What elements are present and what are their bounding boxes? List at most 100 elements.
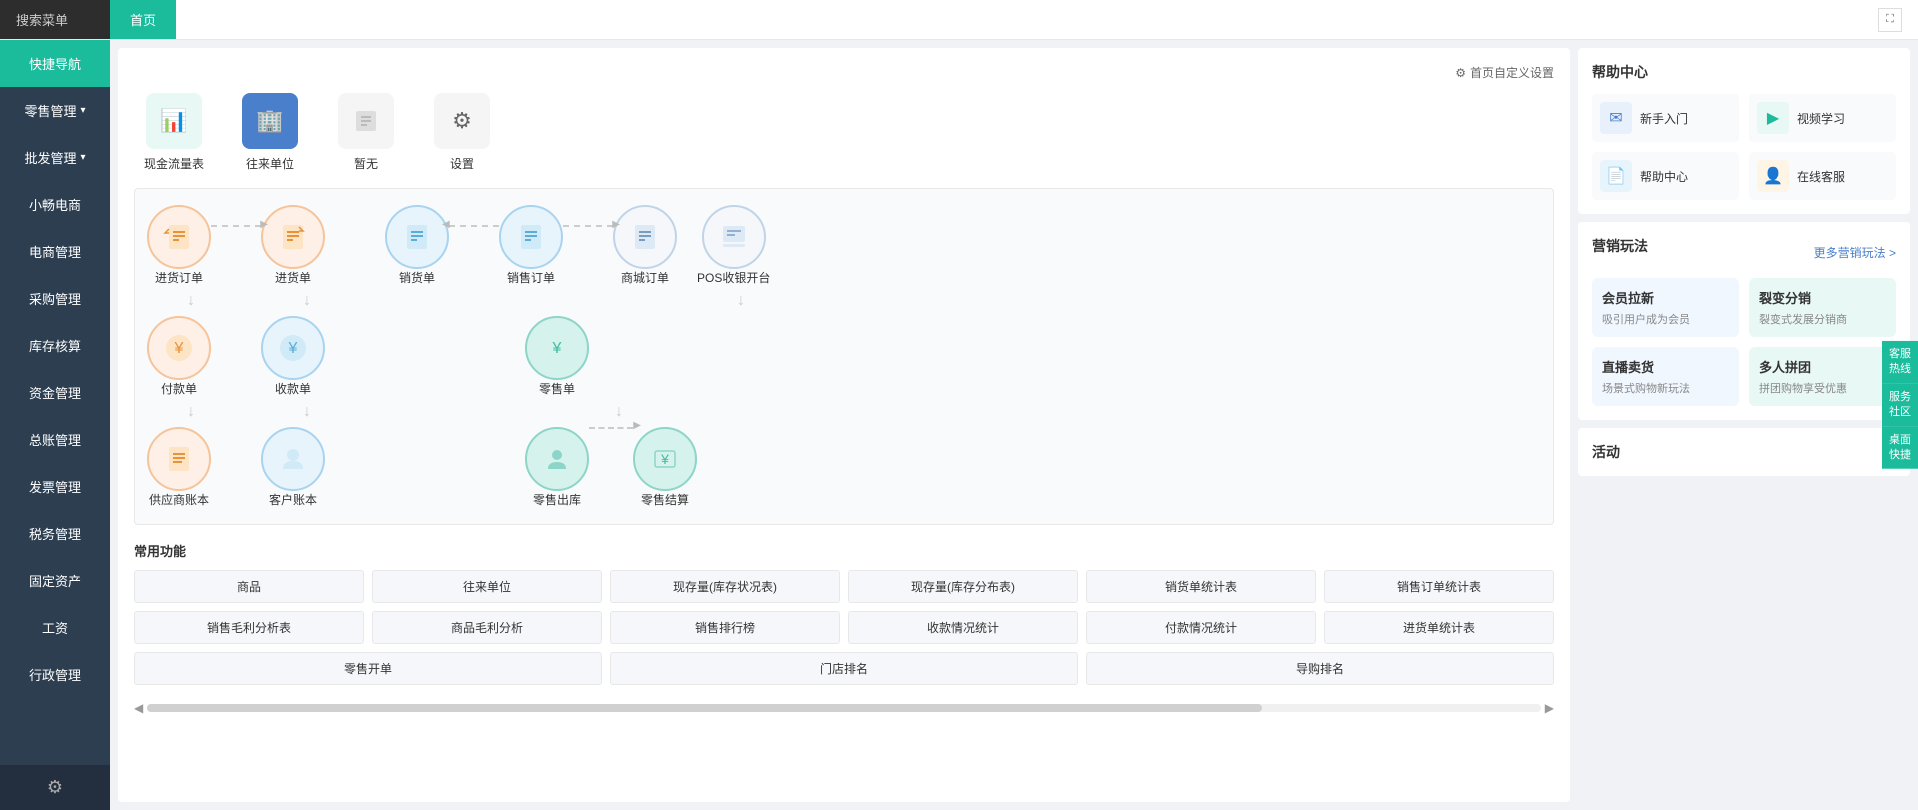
sidebar-item-retail[interactable]: 零售管理 ▾ — [0, 87, 110, 134]
fullscreen-button[interactable]: ⛶ — [1878, 8, 1902, 32]
func-btn-store-rank[interactable]: 门店排名 — [610, 652, 1078, 685]
svg-text:¥: ¥ — [552, 340, 562, 357]
float-btn-desktop[interactable]: 桌面快捷 — [1882, 426, 1918, 469]
help-center-title: 帮助中心 — [1592, 62, 1896, 82]
customize-link[interactable]: ⚙ 首页自定义设置 — [1455, 64, 1554, 81]
flow-node-purchase-order[interactable]: 进货订单 — [147, 205, 211, 286]
flow-node-retail-outbound[interactable]: 零售出库 — [525, 427, 589, 508]
quick-icon-empty[interactable]: 暂无 — [326, 93, 406, 172]
float-buttons: 客服热线 服务社区 桌面快捷 — [1882, 341, 1918, 469]
quick-icon-cashflow[interactable]: 📊 现金流量表 — [134, 93, 214, 172]
partner-icon: 🏢 — [242, 93, 298, 149]
sidebar-item-label: 电商管理 — [29, 242, 81, 261]
settings-icon[interactable]: ⚙ — [47, 777, 63, 797]
func-btn-payment-stat[interactable]: 付款情况统计 — [1086, 611, 1316, 644]
video-icon: ▶ — [1757, 102, 1789, 134]
scroll-left-arrow[interactable]: ◀ — [134, 701, 143, 715]
flow-node-sales-bill[interactable]: 销货单 — [385, 205, 449, 286]
func-btn-receipt-stat[interactable]: 收款情况统计 — [848, 611, 1078, 644]
func-btn-partner[interactable]: 往来单位 — [372, 570, 602, 603]
flow-node-mall-order[interactable]: 商城订单 — [613, 205, 677, 286]
live-sub: 场景式购物新玩法 — [1602, 380, 1729, 396]
service-icon: 👤 — [1757, 160, 1789, 192]
purchase-order-icon — [147, 205, 211, 269]
flow-node-sales-order[interactable]: 销售订单 — [499, 205, 563, 286]
sidebar-item-tax[interactable]: 税务管理 — [0, 510, 110, 557]
sidebar-item-label: 批发管理 — [24, 148, 76, 167]
help-item-service[interactable]: 👤 在线客服 — [1749, 152, 1896, 200]
marketing-item-live[interactable]: 直播卖货 场景式购物新玩法 — [1592, 347, 1739, 406]
func-btn-salesorder-stat[interactable]: 销售订单统计表 — [1324, 570, 1554, 603]
sidebar-item-fixed-assets[interactable]: 固定资产 — [0, 557, 110, 604]
more-marketing-link[interactable]: 更多营销玩法 > — [1814, 244, 1896, 261]
flow-node-supplier-ledger[interactable]: 供应商账本 — [147, 427, 211, 508]
common-functions-title: 常用功能 — [134, 541, 1554, 560]
func-btn-sales-profit[interactable]: 销售毛利分析表 — [134, 611, 364, 644]
flow-node-payment[interactable]: ¥ 付款单 — [147, 316, 211, 397]
flow-node-retail[interactable]: ¥ 零售单 — [525, 316, 589, 397]
help-item-help[interactable]: 📄 帮助中心 — [1592, 152, 1739, 200]
pos-label: POS收银开台 — [697, 269, 770, 286]
arrow-down-purchase-order: ↓ — [187, 292, 195, 310]
quick-icon-settings[interactable]: ⚙ 设置 — [422, 93, 502, 172]
float-btn-service[interactable]: 客服热线 — [1882, 341, 1918, 384]
func-btn-purchase-stat[interactable]: 进货单统计表 — [1324, 611, 1554, 644]
payment-label: 付款单 — [161, 380, 197, 397]
func-btn-sales-stat[interactable]: 销货单统计表 — [1086, 570, 1316, 603]
sidebar-item-label: 工资 — [42, 618, 68, 637]
func-btn-goods[interactable]: 商品 — [134, 570, 364, 603]
sidebar-item-label: 固定资产 — [29, 571, 81, 590]
tab-home[interactable]: 首页 — [110, 0, 176, 39]
sidebar-item-inventory[interactable]: 库存核算 — [0, 322, 110, 369]
float-btn-community[interactable]: 服务社区 — [1882, 384, 1918, 427]
quick-icons-row: 📊 现金流量表 🏢 往来单位 暂无 ⚙ 设置 — [134, 93, 1554, 172]
quick-icon-partner[interactable]: 🏢 往来单位 — [230, 93, 310, 172]
help-doc-icon: 📄 — [1600, 160, 1632, 192]
help-item-beginner[interactable]: ✉ 新手入门 — [1592, 94, 1739, 142]
scroll-track[interactable] — [147, 704, 1541, 712]
retail-icon: ¥ — [525, 316, 589, 380]
flow-node-pos[interactable]: POS收银开台 — [697, 205, 770, 286]
sidebar-item-admin[interactable]: 行政管理 — [0, 651, 110, 698]
settings-gear-icon: ⚙ — [434, 93, 490, 149]
marketing-item-member[interactable]: 会员拉新 吸引用户成为会员 — [1592, 278, 1739, 337]
sidebar-item-wholesale[interactable]: 批发管理 ▾ — [0, 134, 110, 181]
marketing-grid: 会员拉新 吸引用户成为会员 裂变分销 裂变式发展分销商 直播卖货 场景式购物新玩… — [1592, 278, 1896, 406]
sidebar: 快捷导航 零售管理 ▾ 批发管理 ▾ 小畅电商 电商管理 采购管理 库存核算 资… — [0, 40, 110, 810]
scroll-right-arrow[interactable]: ▶ — [1545, 701, 1554, 715]
search-menu[interactable]: 搜索菜单 — [0, 0, 110, 39]
mall-order-icon — [613, 205, 677, 269]
customize-bar: ⚙ 首页自定义设置 — [134, 64, 1554, 81]
func-btn-stock-status[interactable]: 现存量(库存状况表) — [610, 570, 840, 603]
retail-outbound-icon — [525, 427, 589, 491]
flow-node-customer-ledger[interactable]: 客户账本 — [261, 427, 325, 508]
sidebar-item-invoice[interactable]: 发票管理 — [0, 463, 110, 510]
sidebar-item-ecommerce[interactable]: 电商管理 — [0, 228, 110, 275]
marketing-item-group[interactable]: 多人拼团 拼团购物享受优惠 — [1749, 347, 1896, 406]
func-btn-stock-dist[interactable]: 现存量(库存分布表) — [848, 570, 1078, 603]
func-btn-retail-order[interactable]: 零售开单 — [134, 652, 602, 685]
purchase-order-label: 进货订单 — [155, 269, 203, 286]
sidebar-item-label: 零售管理 — [24, 101, 76, 120]
customer-ledger-icon — [261, 427, 325, 491]
flow-node-receipt[interactable]: ¥ 收款单 — [261, 316, 325, 397]
func-btn-sales-rank[interactable]: 销售排行榜 — [610, 611, 840, 644]
flow-node-purchase-bill[interactable]: 进货单 — [261, 205, 325, 286]
sidebar-item-ecommerce-small[interactable]: 小畅电商 — [0, 181, 110, 228]
sidebar-item-salary[interactable]: 工资 — [0, 604, 110, 651]
settings-label: 设置 — [450, 155, 474, 172]
mall-order-label: 商城订单 — [621, 269, 669, 286]
sidebar-item-ledger[interactable]: 总账管理 — [0, 416, 110, 463]
flow-node-retail-settlement[interactable]: ¥ 零售结算 — [633, 427, 697, 508]
help-item-video[interactable]: ▶ 视频学习 — [1749, 94, 1896, 142]
sidebar-item-label: 行政管理 — [29, 665, 81, 684]
marketing-item-fission[interactable]: 裂变分销 裂变式发展分销商 — [1749, 278, 1896, 337]
activity-card: 活动 — [1578, 428, 1910, 476]
func-btn-goods-profit[interactable]: 商品毛利分析 — [372, 611, 602, 644]
func-btn-guide-rank[interactable]: 导购排名 — [1086, 652, 1554, 685]
sidebar-item-finance[interactable]: 资金管理 — [0, 369, 110, 416]
sidebar-item-purchase[interactable]: 采购管理 — [0, 275, 110, 322]
receipt-icon: ¥ — [261, 316, 325, 380]
common-functions: 常用功能 商品 往来单位 现存量(库存状况表) 现存量(库存分布表) 销货单统计… — [134, 541, 1554, 685]
sidebar-item-quicknav[interactable]: 快捷导航 — [0, 40, 110, 87]
